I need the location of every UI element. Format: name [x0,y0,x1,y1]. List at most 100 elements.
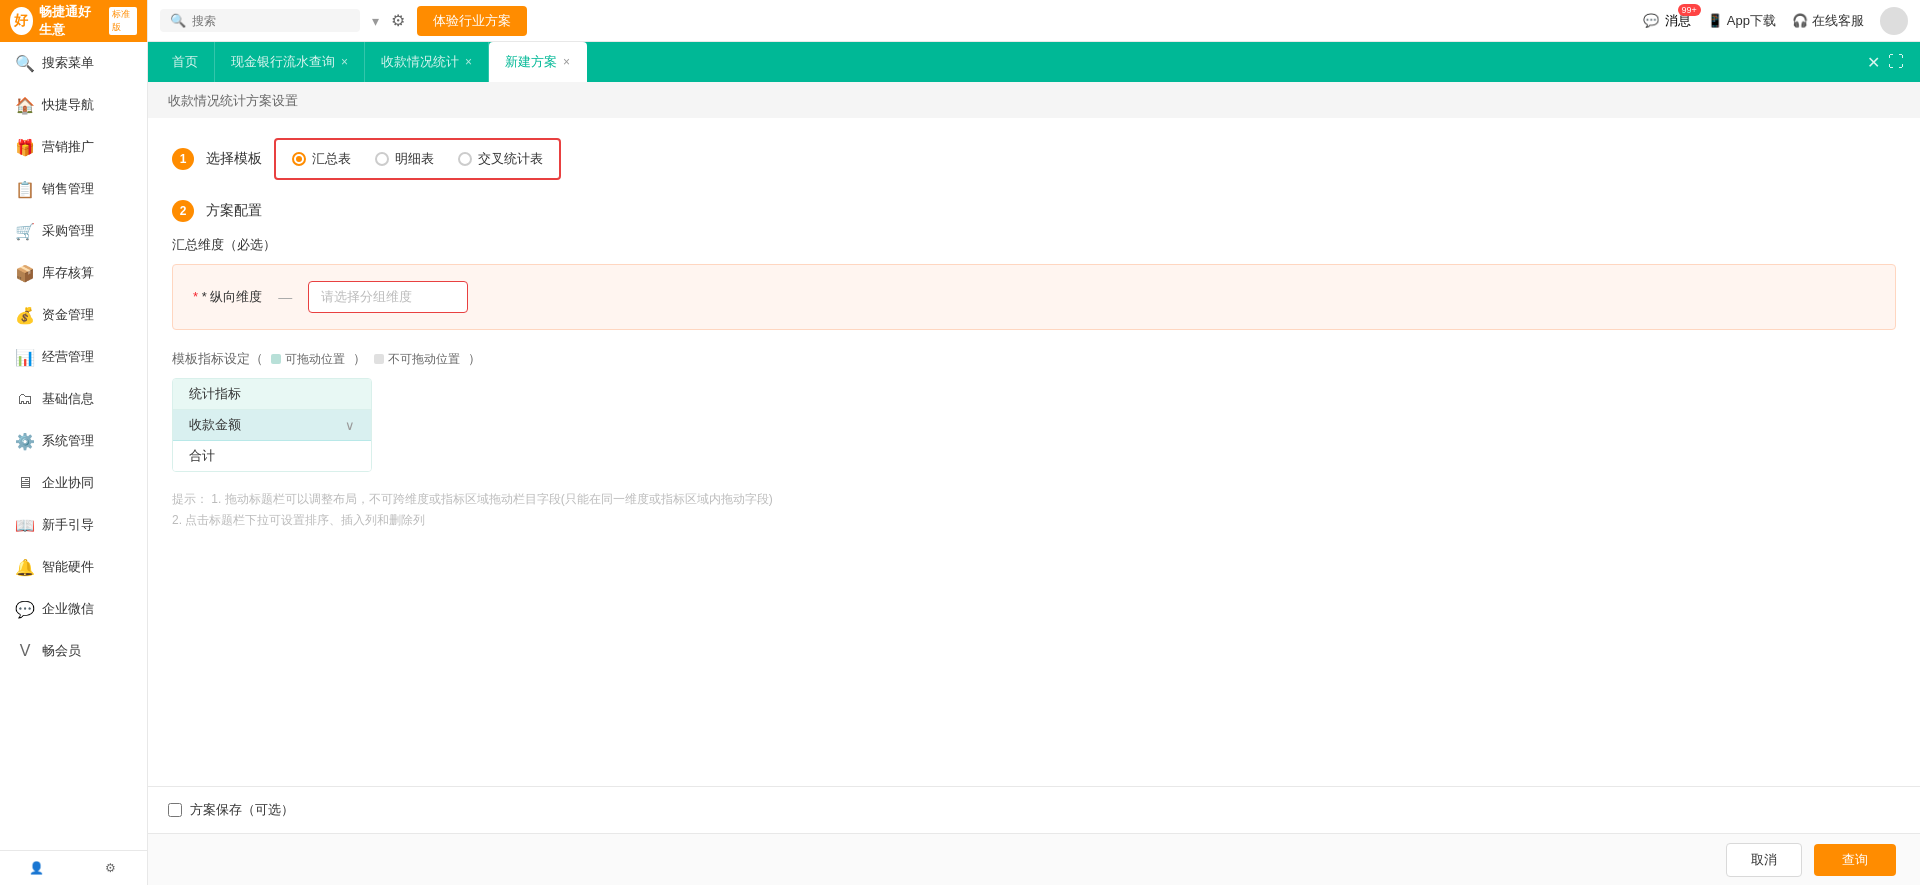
sidebar-item-collab[interactable]: 🖥 企业协同 [0,462,147,504]
sidebar-item-member[interactable]: V 畅会员 [0,630,147,672]
hardware-icon: 🔔 [16,558,34,576]
window-maximize-icon[interactable]: ⛶ [1888,53,1904,71]
sidebar-item-system[interactable]: ⚙️ 系统管理 [0,420,147,462]
sidebar-item-label: 新手引导 [42,516,94,534]
topbar: 🔍 ▾ ⚙ 体验行业方案 💬 99+ 消息 📱 App下载 🎧 在线客服 [148,0,1920,42]
management-icon: 📊 [16,348,34,366]
sidebar: 好 畅捷通好生意 标准版 🔍 搜索菜单 🏠 快捷导航 🎁 营销推广 📋 销售管理… [0,0,148,885]
search-box[interactable]: 🔍 [160,9,360,32]
gift-icon: 🎁 [16,138,34,156]
tab-cashflow[interactable]: 现金银行流水查询 × [215,42,365,82]
sidebar-item-label: 经营管理 [42,348,94,366]
sidebar-setting-btn[interactable]: ⚙ [74,851,148,885]
query-button[interactable]: 查询 [1814,844,1896,876]
inventory-icon: 📦 [16,264,34,282]
radio-cross-label: 交叉统计表 [478,150,543,168]
user-avatar[interactable] [1880,7,1908,35]
info-icon: 🗂 [16,390,34,408]
message-icon: 💬 [1643,13,1659,28]
non-draggable-legend: 不可拖动位置 [374,351,460,368]
chevron-down-icon[interactable]: ∨ [345,418,355,433]
dimension-group-label: 汇总维度（必选） [172,236,1896,254]
sidebar-logo: 好 畅捷通好生意 标准版 [0,0,147,42]
sidebar-item-inventory[interactable]: 📦 库存核算 [0,252,147,294]
search-icon: 🔍 [170,13,186,28]
member-icon: V [16,642,34,660]
dimension-select[interactable]: 请选择分组维度 [308,281,468,313]
hint-line-1: 提示： 1. 拖动标题栏可以调整布局，不可跨维度或指标区域拖动栏目字段(只能在同… [172,491,1896,508]
metrics-col1-header[interactable]: 收款金额 ∨ [173,410,371,441]
search-input[interactable] [192,14,332,28]
chevron-down-icon[interactable]: ▾ [372,13,379,29]
radio-cross-circle [458,152,472,166]
sidebar-item-search[interactable]: 🔍 搜索菜单 [0,42,147,84]
non-draggable-dot [374,354,384,364]
dimension-select-placeholder: 请选择分组维度 [321,289,412,304]
sidebar-item-guide[interactable]: 📖 新手引导 [0,504,147,546]
radio-detail-circle [375,152,389,166]
download-item[interactable]: 📱 App下载 [1707,12,1776,30]
sidebar-item-label: 快捷导航 [42,96,94,114]
logo-badge: 标准版 [109,7,137,35]
window-close-icon[interactable]: ✕ [1867,53,1880,72]
trial-button[interactable]: 体验行业方案 [417,6,527,36]
radio-summary-circle [292,152,306,166]
breadcrumb: 收款情况统计方案设置 [148,82,1920,118]
save-checkbox[interactable] [168,803,182,817]
message-item[interactable]: 💬 99+ 消息 [1643,12,1691,30]
service-item[interactable]: 🎧 在线客服 [1792,12,1864,30]
sidebar-item-nav[interactable]: 🏠 快捷导航 [0,84,147,126]
sidebar-item-purchase[interactable]: 🛒 采购管理 [0,210,147,252]
sidebar-item-label: 智能硬件 [42,558,94,576]
close-icon[interactable]: × [563,55,570,69]
logo-icon: 好 [10,7,33,35]
weixin-icon: 💬 [16,600,34,618]
step1-title: 选择模板 [206,150,262,168]
sidebar-item-label: 企业协同 [42,474,94,492]
radio-cross[interactable]: 交叉统计表 [458,150,543,168]
cancel-button[interactable]: 取消 [1726,843,1802,877]
tab-home-label: 首页 [172,53,198,71]
close-icon[interactable]: × [465,55,472,69]
tab-cashflow-label: 现金银行流水查询 [231,53,335,71]
save-label: 方案保存（可选） [190,801,294,819]
sidebar-item-marketing[interactable]: 🎁 营销推广 [0,126,147,168]
sidebar-item-weixin[interactable]: 💬 企业微信 [0,588,147,630]
sidebar-item-funds[interactable]: 💰 资金管理 [0,294,147,336]
radio-detail[interactable]: 明细表 [375,150,434,168]
topbar-right: 💬 99+ 消息 📱 App下载 🎧 在线客服 [1643,7,1908,35]
save-section: 方案保存（可选） [148,786,1920,833]
hint-line-2: 2. 点击标题栏下拉可设置排序、插入列和删除列 [172,512,1896,529]
gear-icon[interactable]: ⚙ [391,11,405,30]
sidebar-item-info[interactable]: 🗂 基础信息 [0,378,147,420]
tab-home[interactable]: 首页 [156,42,215,82]
home-icon: 🏠 [16,96,34,114]
tab-receipts[interactable]: 收款情况统计 × [365,42,489,82]
sidebar-item-hardware[interactable]: 🔔 智能硬件 [0,546,147,588]
arrow-icon: — [278,289,292,305]
step2-circle: 2 [172,200,194,222]
sidebar-footer: 👤 ⚙ [0,850,147,885]
metrics-col1-label: 收款金额 [189,416,241,434]
draggable-label: 可拖动位置 [285,351,345,368]
sidebar-item-sales[interactable]: 📋 销售管理 [0,168,147,210]
hint-area: 提示： 1. 拖动标题栏可以调整布局，不可跨维度或指标区域拖动栏目字段(只能在同… [172,491,1896,529]
metrics-settings: 模板指标设定（ 可拖动位置 ） 不可拖动位置 ） [172,350,1896,475]
breadcrumb-text: 收款情况统计方案设置 [168,93,298,108]
radio-detail-label: 明细表 [395,150,434,168]
sidebar-user-btn[interactable]: 👤 [0,851,74,885]
close-icon[interactable]: × [341,55,348,69]
sidebar-item-label: 资金管理 [42,306,94,324]
tabbar-right: ✕ ⛶ [1867,53,1912,72]
tab-receipts-label: 收款情况统计 [381,53,459,71]
sidebar-item-management[interactable]: 📊 经营管理 [0,336,147,378]
step1-circle: 1 [172,148,194,170]
draggable-dot [271,354,281,364]
step2-section: 2 方案配置 汇总维度（必选） * * 纵向维度 [172,200,1896,529]
content-area: 收款情况统计方案设置 1 选择模板 汇总表 明细表 [148,82,1920,833]
tab-new-plan[interactable]: 新建方案 × [489,42,587,82]
sidebar-item-label: 销售管理 [42,180,94,198]
sidebar-item-label: 搜索菜单 [42,54,94,72]
radio-summary[interactable]: 汇总表 [292,150,351,168]
template-options: 汇总表 明细表 交叉统计表 [274,138,561,180]
